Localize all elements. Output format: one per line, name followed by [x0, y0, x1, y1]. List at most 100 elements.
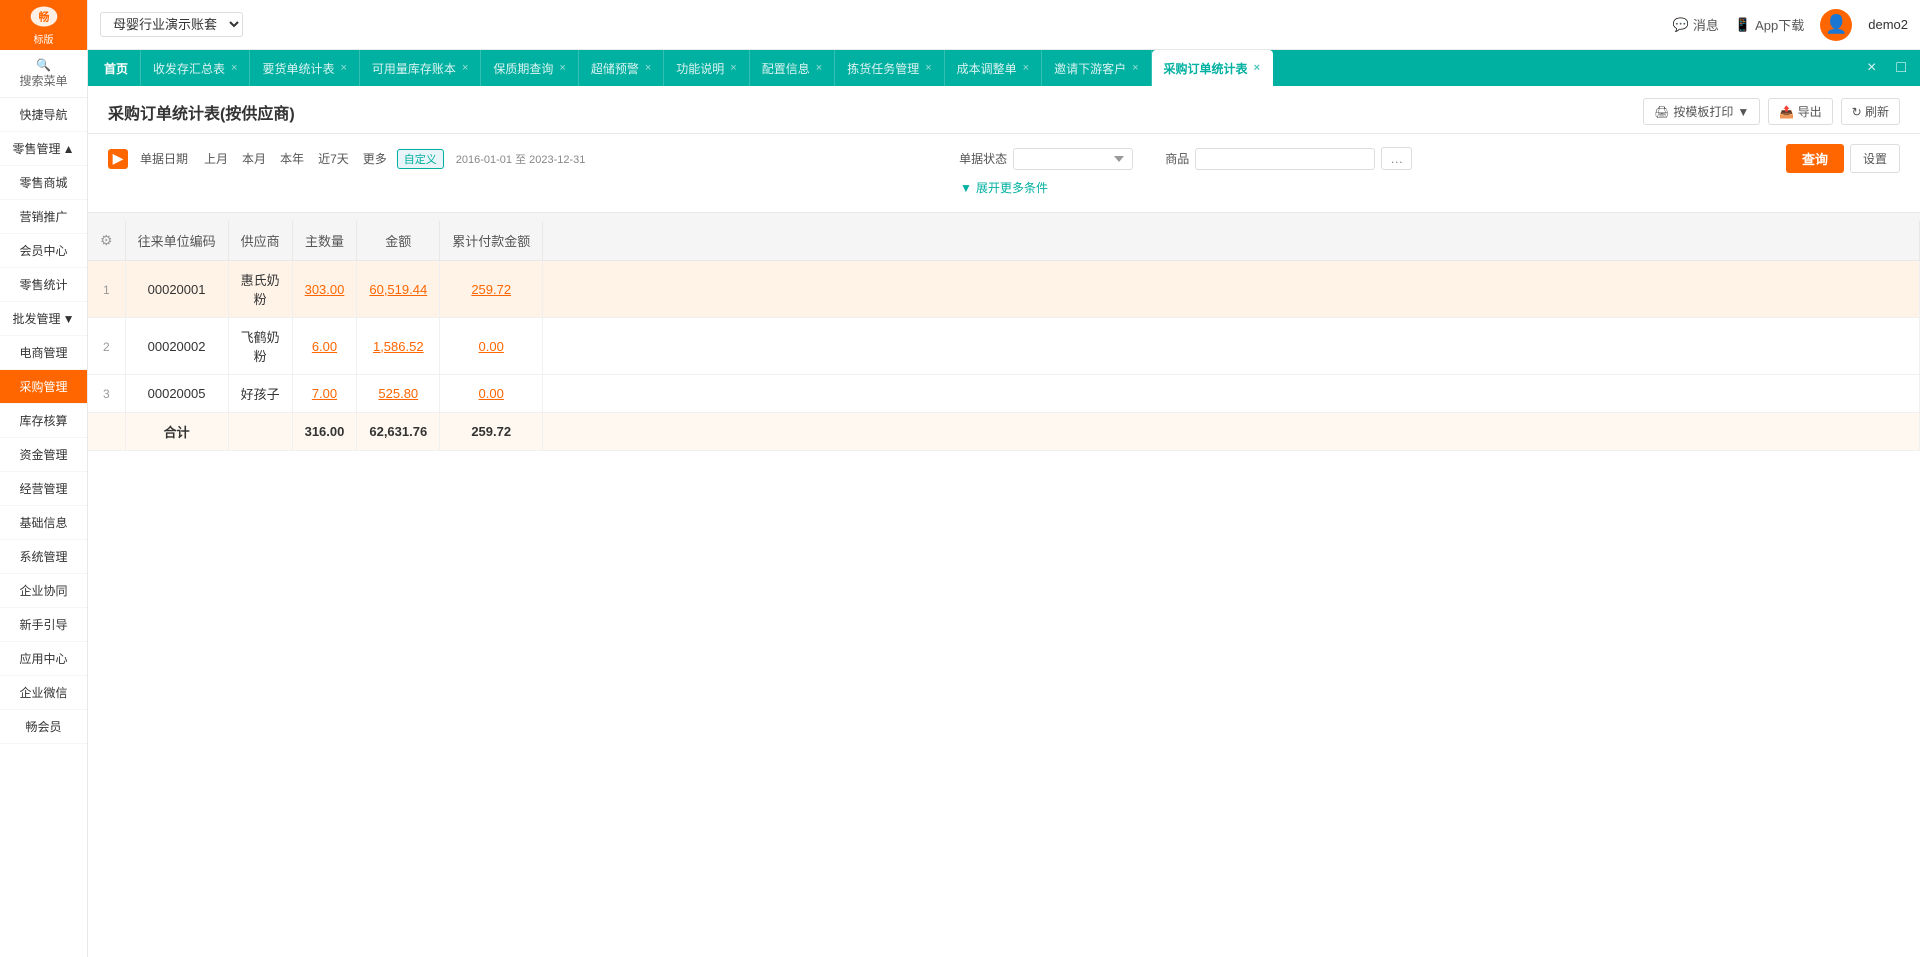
tab-order-stats[interactable]: 采购订单统计表 ×: [1152, 50, 1273, 86]
sidebar-item-enterprise[interactable]: 企业协同: [0, 574, 87, 608]
export-button[interactable]: 📤 导出: [1768, 98, 1832, 125]
sidebar-item-member2[interactable]: 畅会员: [0, 710, 87, 744]
tab-purchase-stats-close[interactable]: ×: [340, 62, 346, 74]
sidebar-item-finance[interactable]: 资金管理: [0, 438, 87, 472]
sidebar-item-operations[interactable]: 经营管理: [0, 472, 87, 506]
message-label: 消息: [1693, 15, 1719, 34]
app-download-button[interactable]: 📱 App下载: [1735, 15, 1804, 34]
tab-expand-btn[interactable]: □: [1890, 57, 1912, 79]
row-qty-2[interactable]: 6.00: [292, 318, 357, 375]
filter-toggle-button[interactable]: ▶: [108, 149, 128, 169]
shortcut-this-year[interactable]: 本年: [276, 149, 308, 168]
row-supplier-3: 好孩子: [228, 375, 292, 413]
row-amount-3[interactable]: 525.80: [357, 375, 440, 413]
tab-config[interactable]: 配置信息 ×: [750, 50, 835, 86]
top-header: 母婴行业演示账套 💬 消息 📱 App下载 👤 demo2: [88, 0, 1920, 50]
goods-filter: 商品 …: [1165, 147, 1412, 170]
goods-more-button[interactable]: …: [1381, 147, 1412, 170]
table-footer-row: 合计 316.00 62,631.76 259.72: [88, 413, 1920, 451]
tab-inventory-book-close[interactable]: ×: [462, 62, 468, 74]
user-avatar[interactable]: 👤: [1820, 9, 1852, 41]
shortcut-7days[interactable]: 近7天: [314, 149, 353, 168]
tab-home[interactable]: 首页: [92, 50, 141, 86]
table-gear-icon[interactable]: ⚙: [100, 232, 113, 248]
table-header-paid: 累计付款金额: [440, 221, 543, 261]
sidebar-item-app-center[interactable]: 应用中心: [0, 642, 87, 676]
settings-button[interactable]: 设置: [1850, 144, 1900, 173]
sidebar-item-wechat[interactable]: 企业微信: [0, 676, 87, 710]
row-amount-1[interactable]: 60,519.44: [357, 261, 440, 318]
tab-close-all-btn[interactable]: ×: [1861, 57, 1882, 79]
tab-cost-close[interactable]: ×: [1023, 62, 1029, 74]
tab-invite-label: 邀请下游客户: [1054, 60, 1126, 77]
print-button[interactable]: 🖨 按模板打印 ▼: [1643, 98, 1760, 125]
app-download-icon: 📱: [1735, 17, 1751, 33]
shortcut-custom[interactable]: 自定义: [397, 149, 444, 169]
row-paid-2[interactable]: 0.00: [440, 318, 543, 375]
sidebar-item-retail-stats[interactable]: 零售统计: [0, 268, 87, 302]
sidebar-item-inventory[interactable]: 库存核算: [0, 404, 87, 438]
tab-inventory-book[interactable]: 可用量库存账本 ×: [360, 50, 481, 86]
tab-expiry-close[interactable]: ×: [559, 62, 565, 74]
sidebar-item-retail-store[interactable]: 零售商城: [0, 166, 87, 200]
tab-cost[interactable]: 成本调整单 ×: [945, 50, 1042, 86]
search-menu[interactable]: 🔍 搜索菜单: [0, 50, 87, 98]
tab-collection-label: 收发存汇总表: [153, 60, 225, 77]
message-button[interactable]: 💬 消息: [1673, 15, 1719, 34]
sidebar-item-marketing[interactable]: 营销推广: [0, 200, 87, 234]
sidebar-item-system[interactable]: 系统管理: [0, 540, 87, 574]
query-button[interactable]: 查询: [1786, 144, 1844, 173]
tab-overstock-label: 超储预警: [591, 60, 639, 77]
row-qty-3[interactable]: 7.00: [292, 375, 357, 413]
sidebar-item-newbie[interactable]: 新手引导: [0, 608, 87, 642]
tab-inventory-book-label: 可用量库存账本: [372, 60, 456, 77]
tab-invite[interactable]: 邀请下游客户 ×: [1042, 50, 1151, 86]
tab-expiry[interactable]: 保质期查询 ×: [481, 50, 578, 86]
shortcut-last-month[interactable]: 上月: [200, 149, 232, 168]
wholesale-arrow: ▼: [63, 312, 75, 326]
sidebar-item-retail-mgmt[interactable]: 零售管理 ▲: [0, 132, 87, 166]
tab-guide-close[interactable]: ×: [730, 62, 736, 74]
print-icon: 🖨: [1654, 105, 1669, 119]
footer-amount: 62,631.76: [357, 413, 440, 451]
status-filter-select[interactable]: [1013, 148, 1133, 170]
enterprise-label: 企业协同: [19, 584, 67, 598]
row-code-3: 00020005: [125, 375, 228, 413]
row-qty-1[interactable]: 303.00: [292, 261, 357, 318]
sidebar-item-quick-nav[interactable]: 快捷导航: [0, 98, 87, 132]
tab-order-stats-close[interactable]: ×: [1254, 62, 1260, 74]
tab-guide[interactable]: 功能说明 ×: [664, 50, 749, 86]
refresh-button[interactable]: ↻ 刷新: [1841, 98, 1900, 125]
row-paid-1[interactable]: 259.72: [440, 261, 543, 318]
goods-filter-input[interactable]: [1195, 148, 1375, 170]
logo-icon: 畅: [26, 4, 62, 29]
tab-invite-close[interactable]: ×: [1132, 62, 1138, 74]
tab-task[interactable]: 拣货任务管理 ×: [835, 50, 944, 86]
table-header-gear[interactable]: ⚙: [88, 221, 125, 261]
tab-collection[interactable]: 收发存汇总表 ×: [141, 50, 250, 86]
tab-purchase-stats-label: 要货单统计表: [262, 60, 334, 77]
expand-more-button[interactable]: ▼ 展开更多条件: [108, 173, 1900, 202]
svg-text:畅: 畅: [38, 10, 49, 24]
tab-overstock[interactable]: 超储预警 ×: [579, 50, 664, 86]
sidebar-item-ecommerce[interactable]: 电商管理: [0, 336, 87, 370]
tab-collection-close[interactable]: ×: [231, 62, 237, 74]
tab-task-close[interactable]: ×: [925, 62, 931, 74]
row-amount-2[interactable]: 1,586.52: [357, 318, 440, 375]
tab-purchase-stats[interactable]: 要货单统计表 ×: [250, 50, 359, 86]
shortcut-more[interactable]: 更多: [359, 149, 391, 168]
sidebar-item-basic[interactable]: 基础信息: [0, 506, 87, 540]
app-center-label: 应用中心: [19, 652, 67, 666]
tab-overstock-close[interactable]: ×: [645, 62, 651, 74]
tab-config-close[interactable]: ×: [816, 62, 822, 74]
tab-expiry-label: 保质期查询: [493, 60, 553, 77]
sidebar-item-purchase[interactable]: 采购管理: [0, 370, 87, 404]
footer-extra: [543, 413, 1920, 451]
row-paid-3[interactable]: 0.00: [440, 375, 543, 413]
account-selector[interactable]: 母婴行业演示账套: [100, 12, 243, 37]
sidebar-item-wholesale[interactable]: 批发管理 ▼: [0, 302, 87, 336]
tab-cost-label: 成本调整单: [957, 60, 1017, 77]
sidebar-item-member[interactable]: 会员中心: [0, 234, 87, 268]
shortcut-this-month[interactable]: 本月: [238, 149, 270, 168]
footer-qty: 316.00: [292, 413, 357, 451]
